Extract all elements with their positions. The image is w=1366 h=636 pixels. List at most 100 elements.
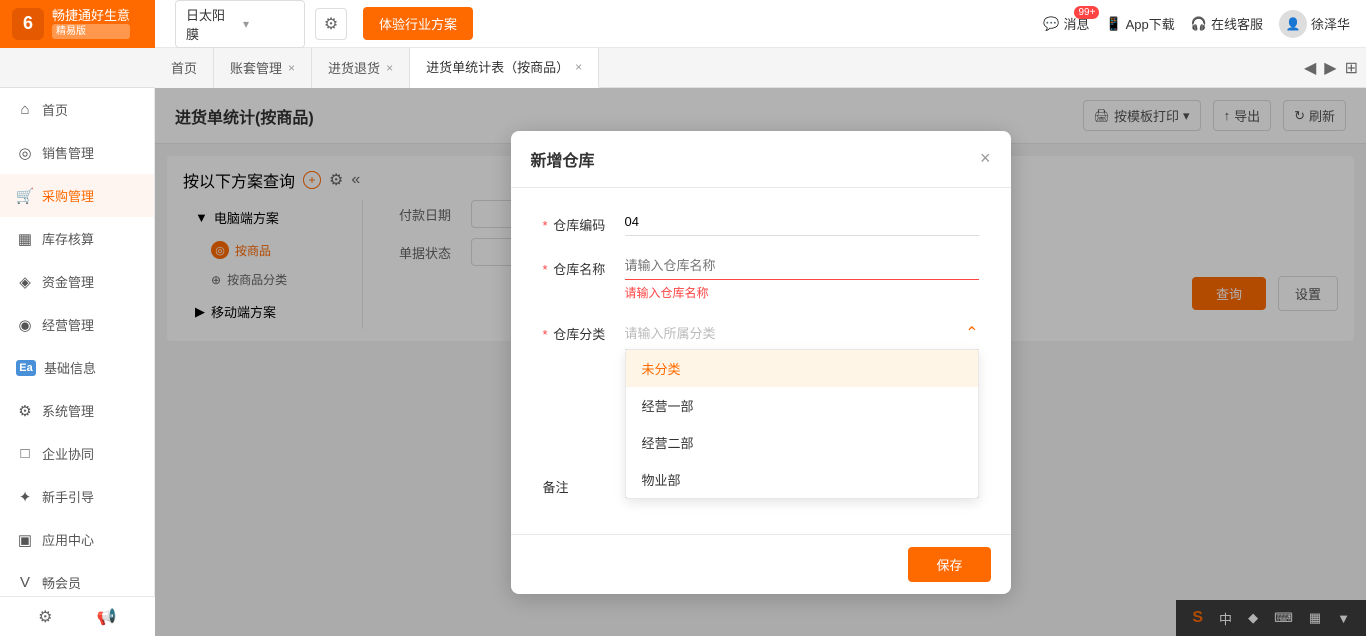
- tab-accounts-label: 账套管理: [230, 58, 282, 77]
- name-error-message: 请输入仓库名称: [625, 284, 979, 301]
- sidebar-speaker-icon[interactable]: 📢: [97, 607, 117, 627]
- dialog-close-button[interactable]: ×: [980, 148, 991, 169]
- messages-btn[interactable]: 💬 消息 99+: [1043, 14, 1089, 33]
- code-input[interactable]: [625, 208, 979, 236]
- dropdown-item-property[interactable]: 物业部: [626, 461, 978, 498]
- dropdown-item-ops2[interactable]: 经营二部: [626, 424, 978, 461]
- apps-icon: ▣: [16, 531, 34, 549]
- category-label: * 仓库分类: [543, 317, 613, 343]
- category-dropdown: 未分类 经营一部 经营二部 物业部: [625, 349, 979, 499]
- logo-badge: 精易版: [52, 24, 130, 39]
- category-field: 请输入所属分类 ⌃ 未分类 经营一部: [625, 317, 979, 350]
- sidebar-item-operations[interactable]: ◉ 经营管理: [0, 303, 154, 346]
- store-dropdown-arrow: ▾: [243, 17, 294, 31]
- logo-name: 畅捷通好生意: [52, 8, 130, 25]
- form-row-name: * 仓库名称 请输入仓库名称: [543, 252, 979, 301]
- gear-button[interactable]: ⚙: [315, 8, 347, 40]
- tab-prev-icon[interactable]: ◀: [1304, 58, 1316, 78]
- sidebar-item-enterprise-label: 企业协同: [42, 444, 94, 463]
- operations-icon: ◉: [16, 316, 34, 334]
- finance-icon: ◈: [16, 273, 34, 291]
- sidebar-item-finance-label: 资金管理: [42, 272, 94, 291]
- headset-icon: 🎧: [1191, 16, 1207, 32]
- tab-bar: 首页 账套管理 × 进货退货 × 进货单统计表（按商品） × ◀ ▶ ⊞: [0, 48, 1366, 88]
- tab-purchase-return-close[interactable]: ×: [386, 61, 393, 75]
- sidebar-item-basic[interactable]: Ea 基础信息: [0, 346, 154, 389]
- tab-expand-icon[interactable]: ⊞: [1345, 58, 1358, 78]
- sidebar-item-sales[interactable]: ◎ 销售管理: [0, 131, 154, 174]
- sidebar-item-finance[interactable]: ◈ 资金管理: [0, 260, 154, 303]
- dialog-title: 新增仓库: [531, 147, 595, 171]
- enterprise-icon: □: [16, 445, 34, 463]
- sidebar-item-system-label: 系统管理: [42, 401, 94, 420]
- sidebar-item-inventory[interactable]: ▦ 库存核算: [0, 217, 154, 260]
- tab-purchase-stats[interactable]: 进货单统计表（按商品） ×: [410, 48, 599, 88]
- app-download-btn[interactable]: 📱 App下载: [1105, 14, 1174, 33]
- message-badge: 99+: [1074, 6, 1099, 19]
- sidebar-item-guide-label: 新手引导: [42, 487, 94, 506]
- name-input[interactable]: [625, 252, 979, 280]
- online-service-btn[interactable]: 🎧 在线客服: [1191, 14, 1263, 33]
- dialog-footer: 保存: [511, 534, 1011, 594]
- category-placeholder: 请输入所属分类: [625, 323, 716, 342]
- header-right: 💬 消息 99+ 📱 App下载 🎧 在线客服 👤 徐泽华: [1043, 10, 1350, 38]
- sidebar-item-purchase-label: 采购管理: [42, 186, 94, 205]
- basic-icon: Ea: [16, 360, 36, 376]
- purchase-icon: 🛒: [16, 187, 34, 205]
- tab-next-icon[interactable]: ▶: [1324, 58, 1336, 78]
- trial-button[interactable]: 体验行业方案: [363, 7, 473, 40]
- tab-home[interactable]: 首页: [155, 48, 214, 88]
- tab-purchase-return[interactable]: 进货退货 ×: [312, 48, 410, 88]
- user-profile-btn[interactable]: 👤 徐泽华: [1279, 10, 1350, 38]
- required-star-name: *: [543, 262, 548, 277]
- code-label: * 仓库编码: [543, 208, 613, 234]
- category-up-arrow: ⌃: [965, 323, 978, 343]
- sales-icon: ◎: [16, 144, 34, 162]
- sidebar-item-home[interactable]: ⌂ 首页: [0, 88, 154, 131]
- sidebar-item-member-label: 畅会员: [42, 573, 81, 592]
- save-button[interactable]: 保存: [908, 547, 990, 582]
- sidebar-settings-icon[interactable]: ⚙: [38, 607, 52, 627]
- sidebar-item-apps[interactable]: ▣ 应用中心: [0, 518, 154, 561]
- sidebar-item-basic-label: 基础信息: [44, 358, 96, 377]
- dialog-body: * 仓库编码 * 仓库名称: [511, 188, 1011, 534]
- app-icon: 📱: [1105, 16, 1121, 32]
- sidebar: ⌂ 首页 ◎ 销售管理 🛒 采购管理 ▦ 库存核算 ◈ 资金管理 ◉ 经营管理 …: [0, 88, 155, 636]
- message-icon: 💬: [1043, 16, 1059, 32]
- sidebar-item-enterprise[interactable]: □ 企业协同: [0, 432, 154, 475]
- sidebar-item-operations-label: 经营管理: [42, 315, 94, 334]
- dropdown-item-ops1[interactable]: 经营一部: [626, 387, 978, 424]
- logo-area: 6 畅捷通好生意 精易版: [0, 0, 155, 48]
- tab-purchase-stats-close[interactable]: ×: [575, 60, 582, 74]
- top-header: 6 畅捷通好生意 精易版 日太阳膜 ▾ ⚙ 体验行业方案 💬 消息 99+ 📱 …: [0, 0, 1366, 48]
- service-label: 在线客服: [1211, 14, 1263, 33]
- name-field: 请输入仓库名称: [625, 252, 979, 301]
- code-field: [625, 208, 979, 236]
- form-row-category: * 仓库分类 请输入所属分类 ⌃ 未分类: [543, 317, 979, 350]
- guide-icon: ✦: [16, 488, 34, 506]
- sidebar-item-inventory-label: 库存核算: [42, 229, 94, 248]
- sidebar-item-purchase[interactable]: 🛒 采购管理: [0, 174, 154, 217]
- required-star: *: [543, 218, 548, 233]
- name-label: * 仓库名称: [543, 252, 613, 278]
- sidebar-item-sales-label: 销售管理: [42, 143, 94, 162]
- home-icon: ⌂: [16, 101, 34, 119]
- new-warehouse-dialog: 新增仓库 × * 仓库编码: [511, 131, 1011, 594]
- form-row-code: * 仓库编码: [543, 208, 979, 236]
- main-layout: ⌂ 首页 ◎ 销售管理 🛒 采购管理 ▦ 库存核算 ◈ 资金管理 ◉ 经营管理 …: [0, 88, 1366, 636]
- tab-purchase-stats-label: 进货单统计表（按商品）: [426, 57, 569, 76]
- sidebar-item-system[interactable]: ⚙ 系统管理: [0, 389, 154, 432]
- app-label: App下载: [1126, 14, 1175, 33]
- store-name: 日太阳膜: [186, 5, 237, 43]
- logo-text: 畅捷通好生意 精易版: [52, 8, 130, 40]
- system-icon: ⚙: [16, 402, 34, 420]
- inventory-icon: ▦: [16, 230, 34, 248]
- category-selector[interactable]: 请输入所属分类 ⌃: [625, 317, 979, 350]
- store-selector[interactable]: 日太阳膜 ▾: [175, 0, 305, 48]
- tab-accounts-close[interactable]: ×: [288, 61, 295, 75]
- avatar: 👤: [1279, 10, 1307, 38]
- dropdown-item-unclassified[interactable]: 未分类: [626, 350, 978, 387]
- sidebar-item-guide[interactable]: ✦ 新手引导: [0, 475, 154, 518]
- tab-accounts[interactable]: 账套管理 ×: [214, 48, 312, 88]
- logo-icon: 6: [12, 8, 44, 40]
